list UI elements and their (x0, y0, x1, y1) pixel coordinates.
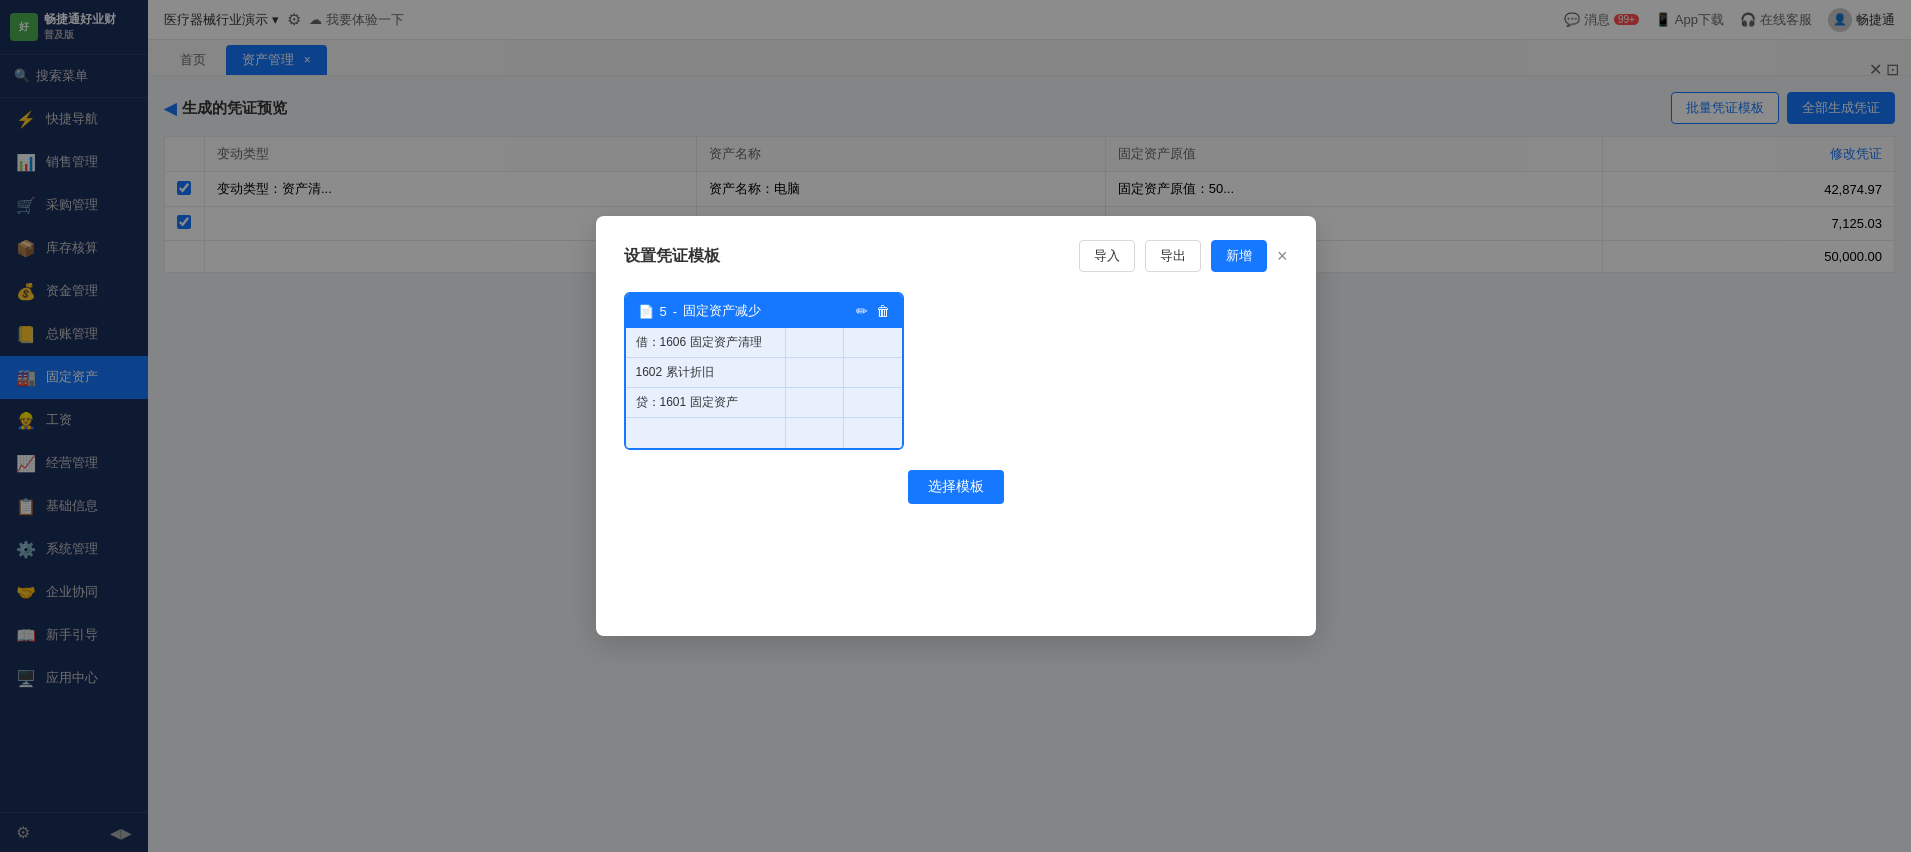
template-separator: - (673, 304, 677, 319)
template-row1-credit (844, 328, 902, 357)
modal-actions: 导入 导出 新增 (1079, 240, 1267, 272)
template-row4-label (626, 418, 786, 448)
modal-header: 设置凭证模板 导入 导出 新增 × (624, 240, 1288, 272)
export-button[interactable]: 导出 (1145, 240, 1201, 272)
template-card-actions: ✏ 🗑 (856, 303, 890, 319)
template-row3-label: 贷：1601 固定资产 (626, 388, 786, 417)
template-row2-label: 1602 累计折旧 (626, 358, 786, 387)
template-doc-icon: 📄 (638, 304, 654, 319)
template-row3-credit (844, 388, 902, 417)
template-card-title: 📄 5 - 固定资产减少 (638, 302, 762, 320)
template-edit-icon[interactable]: ✏ (856, 303, 868, 319)
modal-close-button[interactable]: × (1277, 246, 1288, 267)
template-row2-credit (844, 358, 902, 387)
select-template-button[interactable]: 选择模板 (908, 470, 1004, 504)
template-row2-debit (786, 358, 844, 387)
template-card: 📄 5 - 固定资产减少 ✏ 🗑 借：1606 固定资产清理 1602 累计折旧 (624, 292, 904, 450)
template-id: 5 (660, 304, 667, 319)
import-button[interactable]: 导入 (1079, 240, 1135, 272)
template-row3-debit (786, 388, 844, 417)
template-delete-icon[interactable]: 🗑 (876, 303, 890, 319)
modal-title: 设置凭证模板 (624, 246, 720, 267)
template-name: 固定资产减少 (683, 302, 761, 320)
template-row-1: 借：1606 固定资产清理 (626, 328, 902, 358)
template-row-2: 1602 累计折旧 (626, 358, 902, 388)
template-row1-debit (786, 328, 844, 357)
new-template-button[interactable]: 新增 (1211, 240, 1267, 272)
template-row-4 (626, 418, 902, 448)
template-row-3: 贷：1601 固定资产 (626, 388, 902, 418)
voucher-template-modal: 设置凭证模板 导入 导出 新增 × 📄 5 - 固定资产减少 ✏ 🗑 (596, 216, 1316, 636)
template-row4-credit (844, 418, 902, 448)
template-row1-label: 借：1606 固定资产清理 (626, 328, 786, 357)
template-row4-debit (786, 418, 844, 448)
template-card-body: 借：1606 固定资产清理 1602 累计折旧 贷：1601 固定资产 (626, 328, 902, 448)
template-card-header: 📄 5 - 固定资产减少 ✏ 🗑 (626, 294, 902, 328)
